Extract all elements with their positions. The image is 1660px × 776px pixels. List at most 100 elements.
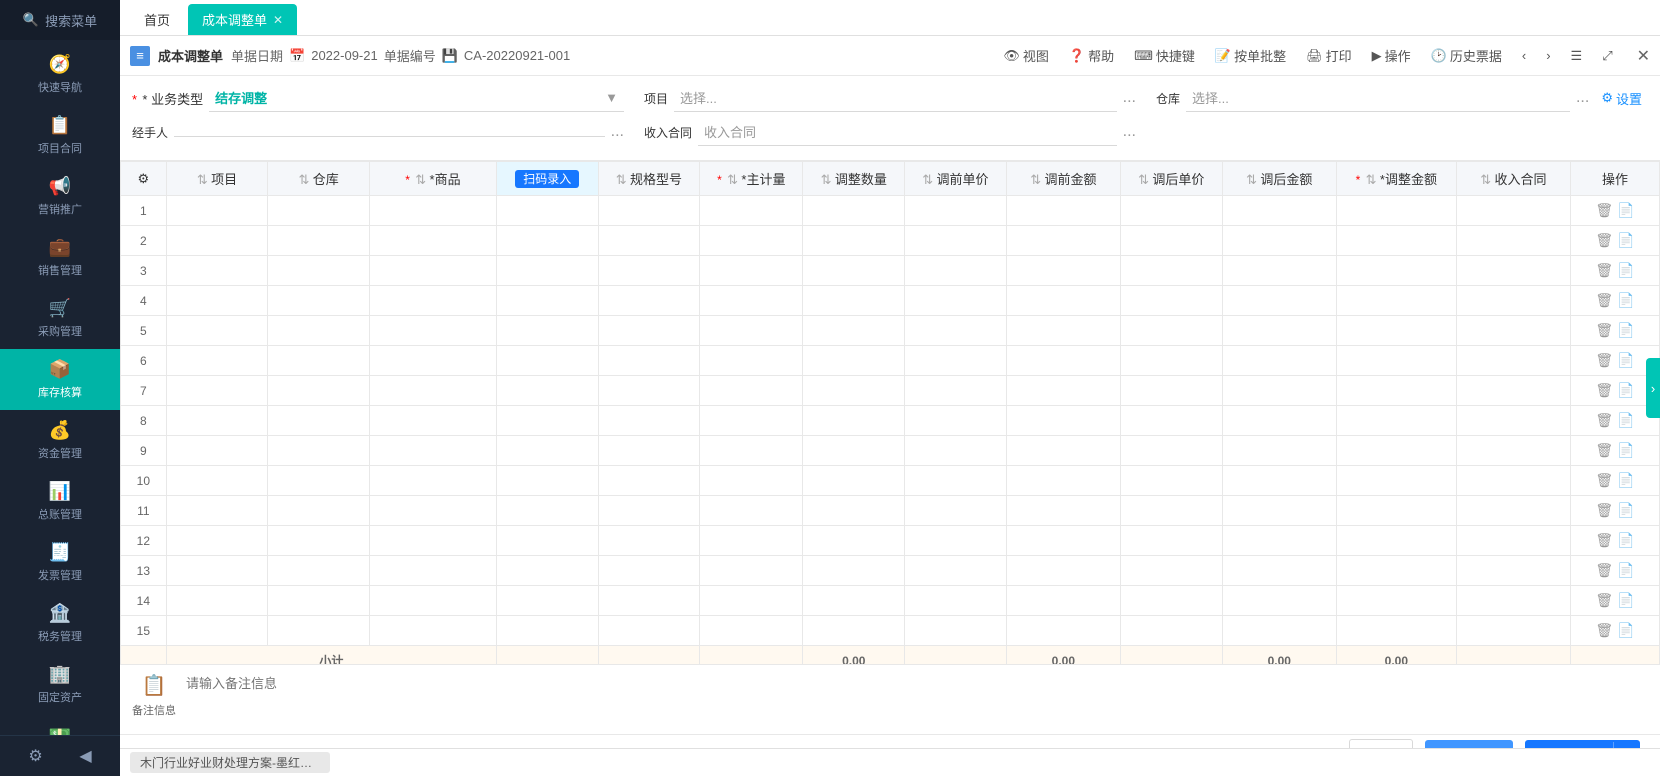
agent-dots[interactable]: ... — [611, 123, 624, 141]
cell-unit[interactable] — [700, 376, 803, 406]
cell-pre-price[interactable] — [905, 346, 1007, 376]
business-type-input[interactable]: 结存调整 ▼ — [209, 84, 624, 112]
cell-pre-amount[interactable] — [1006, 376, 1120, 406]
copy-icon[interactable]: 📄 — [1617, 592, 1634, 609]
income-contract-dots[interactable]: ... — [1123, 123, 1136, 141]
cell-pre-amount[interactable] — [1006, 226, 1120, 256]
cell-pre-price[interactable] — [905, 466, 1007, 496]
cell-adjust[interactable] — [1336, 286, 1456, 316]
cell-pre-amount[interactable] — [1006, 196, 1120, 226]
cell-post-amount[interactable] — [1222, 616, 1336, 646]
cell-post-price[interactable] — [1121, 316, 1223, 346]
delete-icon[interactable]: 🗑 — [1595, 502, 1613, 519]
cell-adjust[interactable] — [1336, 226, 1456, 256]
tab-home[interactable]: 首页 — [130, 4, 184, 35]
copy-icon[interactable]: 📄 — [1617, 622, 1634, 639]
cell-scan[interactable] — [496, 586, 598, 616]
cell-scan[interactable] — [496, 406, 598, 436]
delete-icon[interactable]: 🗑 — [1595, 202, 1613, 219]
side-handle[interactable]: › — [1646, 358, 1660, 418]
cell-product[interactable] — [369, 466, 496, 496]
cell-pre-price[interactable] — [905, 616, 1007, 646]
cell-item[interactable] — [166, 346, 268, 376]
cell-item[interactable] — [166, 466, 268, 496]
col-settings[interactable]: ⚙ — [121, 162, 167, 196]
warehouse-input[interactable]: 选择... — [1186, 84, 1570, 112]
cell-unit[interactable] — [700, 556, 803, 586]
table-row[interactable]: 8 🗑 📄 — [121, 406, 1660, 436]
sidebar-item-project-contract[interactable]: 📋 项目合同 — [0, 105, 120, 166]
cell-item[interactable] — [166, 526, 268, 556]
delete-icon[interactable]: 🗑 — [1595, 262, 1613, 279]
sort-icon[interactable]: ⇅ — [1246, 172, 1257, 187]
cell-pre-price[interactable] — [905, 496, 1007, 526]
nav-prev-btn[interactable]: ‹ — [1516, 45, 1532, 66]
cell-scan[interactable] — [496, 256, 598, 286]
cell-post-price[interactable] — [1121, 256, 1223, 286]
batch-edit-btn[interactable]: 📝 按单批整 — [1209, 43, 1292, 68]
sort-icon[interactable]: ⇅ — [1480, 172, 1491, 187]
cell-post-price[interactable] — [1121, 406, 1223, 436]
cell-adjust[interactable] — [1336, 466, 1456, 496]
cell-pre-amount[interactable] — [1006, 256, 1120, 286]
sort-icon[interactable]: ⇅ — [1366, 172, 1377, 187]
cell-income-contract[interactable] — [1456, 286, 1570, 316]
cell-warehouse[interactable] — [268, 286, 370, 316]
cell-product[interactable] — [369, 286, 496, 316]
cell-pre-amount[interactable] — [1006, 406, 1120, 436]
cell-post-price[interactable] — [1121, 496, 1223, 526]
cell-pre-price[interactable] — [905, 526, 1007, 556]
cell-adjust[interactable] — [1336, 436, 1456, 466]
cell-post-price[interactable] — [1121, 436, 1223, 466]
copy-icon[interactable]: 📄 — [1617, 262, 1634, 279]
cell-spec[interactable] — [598, 556, 700, 586]
notes-input[interactable] — [186, 673, 1648, 718]
window-close-btn[interactable]: ✕ — [1637, 46, 1650, 66]
settings-icon[interactable]: ⚙ — [28, 746, 42, 766]
cell-adjust[interactable] — [1336, 196, 1456, 226]
cell-scan[interactable] — [496, 616, 598, 646]
sort-icon[interactable]: ⇅ — [299, 172, 310, 187]
copy-icon[interactable]: 📄 — [1617, 232, 1634, 249]
sidebar-item-sales-mgmt[interactable]: 💼 销售管理 — [0, 227, 120, 288]
cell-qty[interactable] — [803, 316, 905, 346]
cell-item[interactable] — [166, 376, 268, 406]
cell-qty[interactable] — [803, 586, 905, 616]
cell-post-amount[interactable] — [1222, 556, 1336, 586]
help-btn[interactable]: ❓ 帮助 — [1063, 43, 1120, 68]
table-row[interactable]: 11 🗑 📄 — [121, 496, 1660, 526]
cell-post-amount[interactable] — [1222, 346, 1336, 376]
cell-post-amount[interactable] — [1222, 226, 1336, 256]
cell-pre-price[interactable] — [905, 196, 1007, 226]
cell-spec[interactable] — [598, 406, 700, 436]
delete-icon[interactable]: 🗑 — [1595, 382, 1613, 399]
cell-income-contract[interactable] — [1456, 346, 1570, 376]
cell-scan[interactable] — [496, 346, 598, 376]
cell-spec[interactable] — [598, 226, 700, 256]
cell-qty[interactable] — [803, 526, 905, 556]
cell-qty[interactable] — [803, 256, 905, 286]
operate-btn[interactable]: ▶ 操作 — [1366, 43, 1417, 68]
cell-warehouse[interactable] — [268, 436, 370, 466]
cell-adjust[interactable] — [1336, 346, 1456, 376]
delete-icon[interactable]: 🗑 — [1595, 232, 1613, 249]
cell-unit[interactable] — [700, 316, 803, 346]
cell-spec[interactable] — [598, 586, 700, 616]
table-row[interactable]: 4 🗑 📄 — [121, 286, 1660, 316]
table-row[interactable]: 5 🗑 📄 — [121, 316, 1660, 346]
cell-post-price[interactable] — [1121, 196, 1223, 226]
copy-icon[interactable]: 📄 — [1617, 292, 1634, 309]
cell-product[interactable] — [369, 376, 496, 406]
history-btn[interactable]: 🕑 历史票据 — [1425, 43, 1508, 68]
cell-adjust[interactable] — [1336, 556, 1456, 586]
cell-adjust[interactable] — [1336, 586, 1456, 616]
cell-adjust[interactable] — [1336, 496, 1456, 526]
cell-adjust[interactable] — [1336, 316, 1456, 346]
cell-scan[interactable] — [496, 316, 598, 346]
cell-pre-price[interactable] — [905, 376, 1007, 406]
sidebar-item-quick-nav[interactable]: 🧭 快速导航 — [0, 44, 120, 105]
cell-spec[interactable] — [598, 616, 700, 646]
cell-post-price[interactable] — [1121, 616, 1223, 646]
cell-income-contract[interactable] — [1456, 526, 1570, 556]
agent-input[interactable] — [174, 128, 605, 137]
